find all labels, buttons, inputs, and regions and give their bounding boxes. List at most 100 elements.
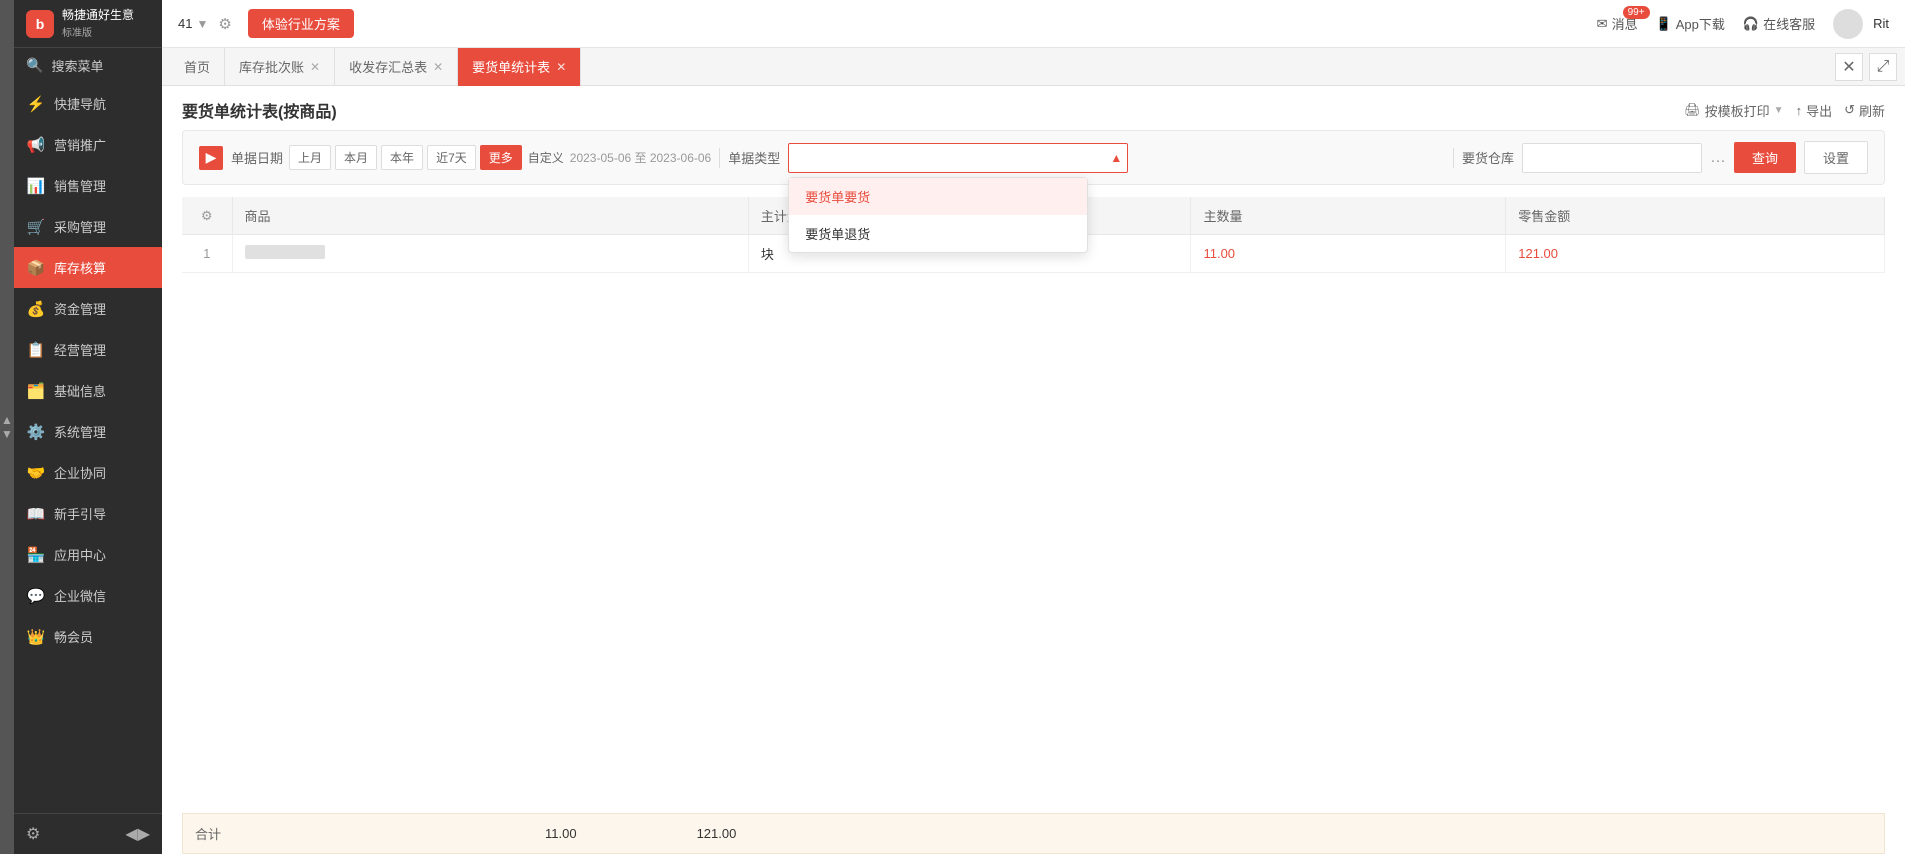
sidebar-item-marketing[interactable]: 📢 营销推广 (14, 124, 162, 165)
sidebar-search-label: 搜索菜单 (51, 56, 103, 75)
store-selector[interactable]: 41 ▼ ⚙ (178, 15, 232, 33)
sidebar-item-appstore-label: 应用中心 (54, 545, 106, 564)
tab-receive-summary-close[interactable]: ✕ (433, 60, 443, 74)
sidebar-item-purchase[interactable]: 🛒 采购管理 (14, 206, 162, 247)
cell-product (232, 235, 748, 273)
sidebar-item-operations[interactable]: 📋 经营管理 (14, 329, 162, 370)
logo-title: 畅捷通好生意 (62, 8, 134, 24)
topbar: 41 ▼ ⚙ 体验行业方案 ✉ 消息 99+ 📱 App下载 🎧 在线客服 (162, 0, 1905, 48)
sidebar-item-wechat-label: 企业微信 (54, 586, 106, 605)
cell-index: 1 (182, 235, 232, 273)
date-btn-year[interactable]: 本年 (381, 145, 423, 170)
filter-expand-btn[interactable]: ▶ (199, 146, 223, 170)
operations-icon: 📋 (26, 341, 46, 359)
marketing-icon: 📢 (26, 136, 46, 154)
print-label: 按模板打印 (1705, 101, 1770, 120)
sidebar-item-finance-label: 资金管理 (54, 299, 106, 318)
online-service-action[interactable]: 🎧 在线客服 (1743, 14, 1815, 33)
print-btn[interactable]: 🖨 按模板打印 ▼ (1684, 101, 1783, 120)
tab-inventory-batch-close[interactable]: ✕ (310, 60, 320, 74)
store-settings-icon[interactable]: ⚙ (218, 15, 231, 33)
basics-icon: 🗂️ (26, 382, 46, 400)
logo-text-block: 畅捷通好生意 标准版 (62, 8, 134, 39)
inventory-icon: 📦 (26, 259, 46, 277)
topbar-left: 41 ▼ ⚙ 体验行业方案 (178, 9, 1597, 38)
sidebar-item-member-label: 畅会员 (54, 627, 93, 646)
user-name: Rit (1873, 16, 1889, 31)
tabs-bar-right: ✕ ⤢ (1835, 53, 1897, 81)
sidebar-item-purchase-label: 采购管理 (54, 217, 106, 236)
filter-type-dropdown: 要货单要货 要货单退货 (788, 177, 1088, 253)
settings-btn[interactable]: 设置 (1804, 141, 1868, 174)
sidebar-item-inventory-label: 库存核算 (54, 258, 106, 277)
refresh-label: 刷新 (1859, 101, 1885, 120)
sidebar-item-basics[interactable]: 🗂️ 基础信息 (14, 370, 162, 411)
app-download-label: App下载 (1676, 14, 1725, 33)
purchase-icon: 🛒 (26, 218, 46, 236)
date-btn-custom[interactable]: 自定义 (528, 149, 564, 166)
tab-inventory-batch[interactable]: 库存批次账 ✕ (225, 48, 335, 86)
export-icon: ↑ (1796, 103, 1803, 118)
sidebar-item-quick-nav[interactable]: ⚡ 快捷导航 (14, 83, 162, 124)
tab-order-stats-close[interactable]: ✕ (556, 60, 566, 74)
app-download-action[interactable]: 📱 App下载 (1656, 14, 1725, 33)
sidebar-item-system[interactable]: ⚙️ 系统管理 (14, 411, 162, 452)
sidebar-logo: b 畅捷通好生意 标准版 (14, 0, 162, 48)
user-avatar-action[interactable]: Rit (1833, 9, 1889, 39)
store-number: 41 (178, 16, 192, 31)
sidebar-search[interactable]: 🔍 搜索菜单 (14, 48, 162, 83)
tab-home-label: 首页 (184, 57, 210, 76)
page-header: 要货单统计表(按商品) 🖨 按模板打印 ▼ ↑ 导出 ↺ 刷新 (162, 86, 1905, 130)
footer-quantity: 11.00 (545, 826, 577, 841)
refresh-btn[interactable]: ↺ 刷新 (1844, 101, 1885, 120)
sidebar-scroll-up[interactable]: ▲▼ (0, 0, 14, 854)
sidebar-item-finance[interactable]: 💰 资金管理 (14, 288, 162, 329)
filter-warehouse-input[interactable] (1522, 143, 1702, 173)
finance-icon: 💰 (26, 300, 46, 318)
th-settings[interactable]: ⚙ (182, 197, 232, 235)
content: 要货单统计表(按商品) 🖨 按模板打印 ▼ ↑ 导出 ↺ 刷新 ▶ (162, 86, 1905, 854)
sidebar-collapse-icon[interactable]: ◀▶ (125, 824, 150, 844)
tab-close-all-btn[interactable]: ✕ (1835, 53, 1863, 81)
date-btn-up[interactable]: 上月 (289, 145, 331, 170)
date-btn-week[interactable]: 近7天 (427, 145, 476, 170)
sidebar-item-quick-nav-label: 快捷导航 (54, 94, 106, 113)
tab-order-stats-label: 要货单统计表 (472, 57, 550, 76)
export-btn[interactable]: ↑ 导出 (1796, 101, 1833, 120)
query-btn[interactable]: 查询 (1734, 142, 1796, 173)
filter-date-btns: 上月 本月 本年 近7天 更多 (289, 145, 522, 170)
sidebar-item-inventory[interactable]: 📦 库存核算 (14, 247, 162, 288)
filter-type-dropdown-wrap: ▲ 要货单要货 要货单退货 (788, 143, 1128, 173)
th-quantity-label: 主数量 (1203, 209, 1242, 224)
filter-divider-2 (1453, 148, 1454, 168)
trial-btn[interactable]: 体验行业方案 (248, 9, 354, 38)
cell-quantity: 11.00 (1191, 235, 1506, 273)
date-btn-more[interactable]: 更多 (480, 145, 522, 170)
topbar-right: ✉ 消息 99+ 📱 App下载 🎧 在线客服 Rit (1597, 9, 1889, 39)
sidebar-item-member[interactable]: 👑 畅会员 (14, 616, 162, 657)
tab-order-stats[interactable]: 要货单统计表 ✕ (458, 48, 581, 86)
sidebar-item-appstore[interactable]: 🏪 应用中心 (14, 534, 162, 575)
sidebar-item-sales[interactable]: 📊 销售管理 (14, 165, 162, 206)
filter-select-wrap: ▲ (788, 143, 1128, 173)
sidebar-item-wechat[interactable]: 💬 企业微信 (14, 575, 162, 616)
filter-more-btn[interactable]: … (1710, 149, 1726, 167)
tab-expand-btn[interactable]: ⤢ (1869, 53, 1897, 81)
date-range: 2023-05-06 至 2023-06-06 (570, 149, 711, 166)
sidebar-nav: ⚡ 快捷导航 📢 营销推广 📊 销售管理 🛒 采购管理 📦 库存核算 💰 资金管… (14, 83, 162, 813)
sidebar-item-guide[interactable]: 📖 新手引导 (14, 493, 162, 534)
tab-home[interactable]: 首页 (170, 48, 225, 86)
sidebar-item-enterprise[interactable]: 🤝 企业协同 (14, 452, 162, 493)
footer-amount: 121.00 (697, 826, 737, 841)
wechat-icon: 💬 (26, 587, 46, 605)
table-settings-icon[interactable]: ⚙ (201, 208, 213, 223)
dropdown-option-order-return[interactable]: 要货单退货 (789, 215, 1087, 252)
dropdown-option-order-goods[interactable]: 要货单要货 (789, 178, 1087, 215)
message-action[interactable]: ✉ 消息 99+ (1597, 14, 1638, 33)
filter-type-input[interactable] (788, 143, 1128, 173)
tab-receive-summary[interactable]: 收发存汇总表 ✕ (335, 48, 458, 86)
date-btn-month[interactable]: 本月 (335, 145, 377, 170)
filter-type-arrow[interactable]: ▲ (1110, 151, 1122, 165)
sidebar-settings-icon[interactable]: ⚙ (26, 824, 40, 844)
filter-divider-1 (719, 148, 720, 168)
